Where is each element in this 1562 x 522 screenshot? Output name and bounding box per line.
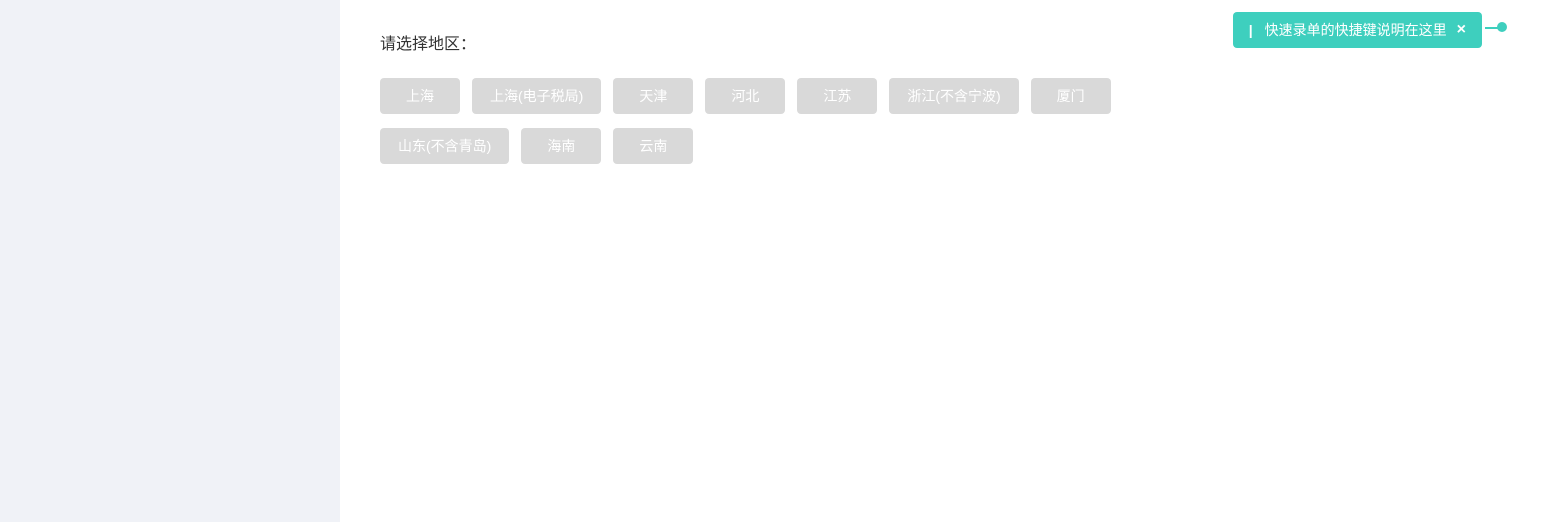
tooltip-close-button[interactable]: × [1457, 22, 1466, 38]
region-button-yunnan[interactable]: 云南 [613, 128, 693, 164]
region-button-zhejiang[interactable]: 浙江(不含宁波) [889, 78, 1018, 114]
region-button-hainan[interactable]: 海南 [521, 128, 601, 164]
tooltip-banner: 快速录单的快捷键说明在这里 × [1233, 12, 1482, 48]
left-sidebar [0, 0, 340, 522]
region-button-shandong[interactable]: 山东(不含青岛) [380, 128, 509, 164]
region-button-shanghai-etax[interactable]: 上海(电子税局) [472, 78, 601, 114]
region-button-xiamen[interactable]: 厦门 [1031, 78, 1111, 114]
main-content: 请选择地区： 上海上海(电子税局)天津河北江苏浙江(不含宁波)厦门山东(不含青岛… [340, 0, 1562, 522]
region-button-jiangsu[interactable]: 江苏 [797, 78, 877, 114]
region-button-tianjin[interactable]: 天津 [613, 78, 693, 114]
region-buttons-container: 上海上海(电子税局) 天津河北江苏浙江(不含宁波) 厦门山东(不含青岛) 海南云南 [380, 78, 1522, 164]
region-row-0: 上海上海(电子税局) 天津河北江苏浙江(不含宁波) 厦门 [380, 78, 1522, 114]
region-button-hebei[interactable]: 河北 [705, 78, 785, 114]
region-row-1: 山东(不含青岛) 海南云南 [380, 128, 1522, 164]
tooltip-dot [1497, 22, 1507, 32]
tooltip-text: 快速录单的快捷键说明在这里 [1265, 20, 1447, 40]
region-button-shanghai[interactable]: 上海 [380, 78, 460, 114]
